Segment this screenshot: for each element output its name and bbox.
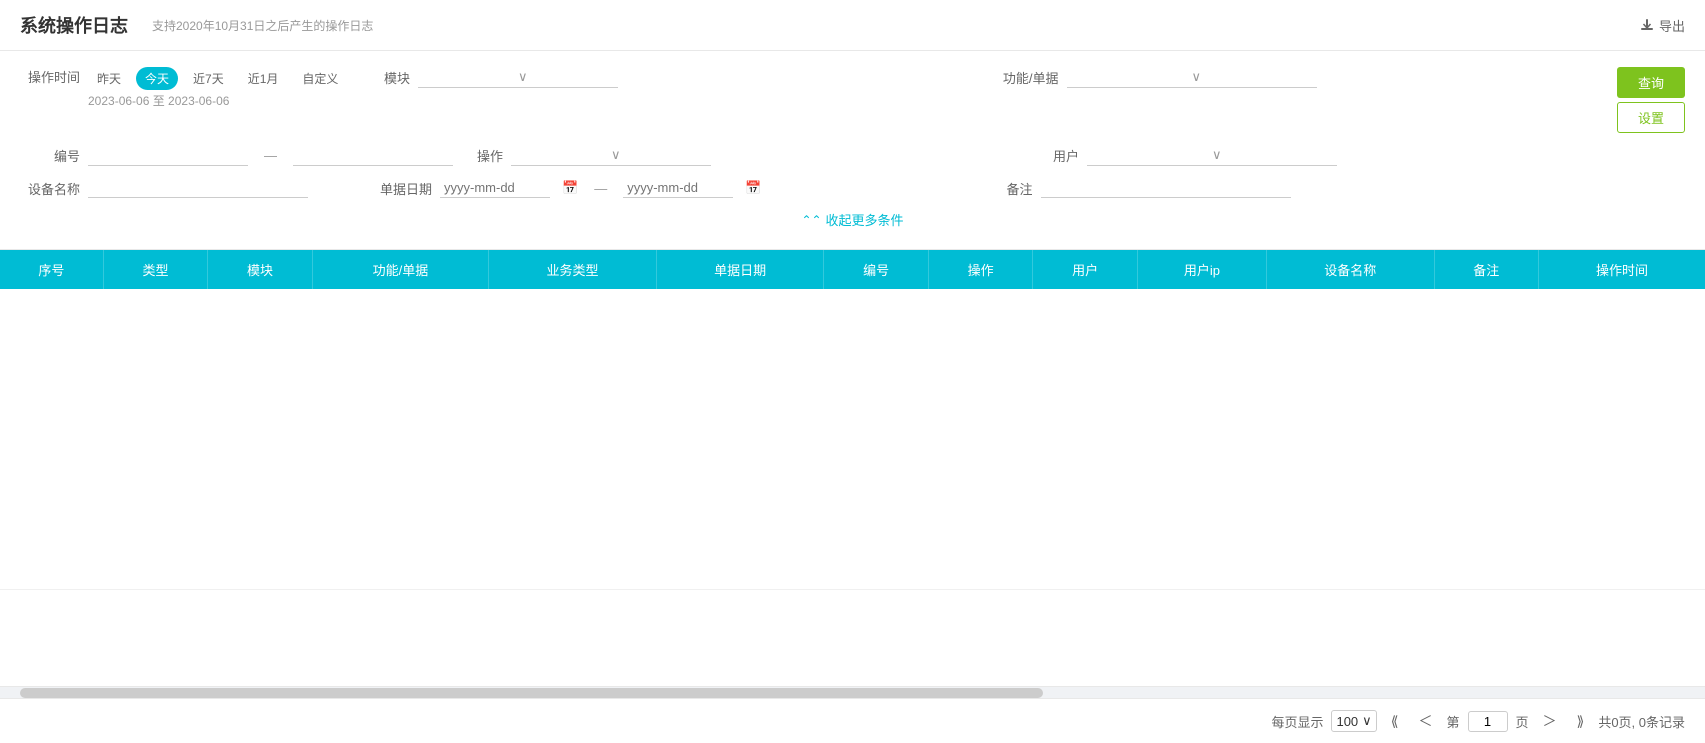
- time-btn-custom[interactable]: 自定义: [293, 67, 347, 90]
- number-from-input[interactable]: [88, 146, 248, 166]
- col-op-time: 操作时间: [1539, 250, 1705, 289]
- module-label: 模块: [380, 68, 410, 87]
- module-chevron-icon: ∨: [518, 69, 614, 85]
- operation-chevron-icon: ∨: [611, 147, 707, 163]
- device-label: 设备名称: [20, 179, 80, 198]
- col-user-ip: 用户ip: [1137, 250, 1266, 289]
- col-type: 类型: [103, 250, 207, 289]
- filter-area: 操作时间 昨天 今天 近7天 近1月 自定义 2023-06-06 至 2023…: [0, 51, 1705, 250]
- operation-time-label: 操作时间: [20, 67, 80, 86]
- number-dash: —: [264, 148, 277, 163]
- pagination-bar: 每页显示 100 ∨ ⟪ ＜ 第 1 页 ＞ ⟫ 共0页, 0条记录: [0, 698, 1705, 743]
- total-label: 共0页, 0条记录: [1598, 712, 1685, 731]
- query-button[interactable]: 查询: [1617, 67, 1685, 98]
- number-to-input[interactable]: [293, 146, 453, 166]
- date-to-input[interactable]: [623, 178, 733, 198]
- action-buttons: 查询 设置: [1617, 67, 1685, 133]
- scrollbar-thumb: [20, 688, 1043, 698]
- remark-input[interactable]: [1041, 178, 1291, 198]
- voucher-date-label: 单据日期: [380, 179, 432, 198]
- table-body: [0, 289, 1705, 589]
- voucher-date-dash: —: [594, 181, 607, 196]
- data-table: 序号 类型 模块 功能/单据 业务类型 单据日期 编号 操作 用户 用户ip 设…: [0, 250, 1705, 590]
- col-seq: 序号: [0, 250, 103, 289]
- export-icon: [1639, 17, 1655, 33]
- first-page-button[interactable]: ⟪: [1385, 711, 1405, 732]
- col-function: 功能/单据: [312, 250, 488, 289]
- device-input[interactable]: [88, 178, 308, 198]
- calendar-to-icon[interactable]: 📅: [745, 180, 761, 196]
- col-module: 模块: [208, 250, 312, 289]
- per-page-select[interactable]: 100 ∨: [1331, 710, 1376, 732]
- date-from-input[interactable]: [440, 178, 550, 198]
- export-button[interactable]: 导出: [1639, 16, 1685, 35]
- page-header: 系统操作日志 支持2020年10月31日之后产生的操作日志 导出: [0, 0, 1705, 51]
- collapse-button[interactable]: ⌃⌃ 收起更多条件: [801, 210, 903, 229]
- col-device: 设备名称: [1266, 250, 1434, 289]
- col-user: 用户: [1033, 250, 1137, 289]
- time-range-display: 2023-06-06 至 2023-06-06: [88, 92, 347, 109]
- per-page-value: 100: [1336, 714, 1358, 729]
- last-page-button[interactable]: ⟫: [1571, 711, 1591, 732]
- number-label: 编号: [20, 146, 80, 165]
- remark-label: 备注: [973, 179, 1033, 198]
- user-select[interactable]: ∨: [1087, 145, 1337, 166]
- time-btn-today[interactable]: 今天: [136, 67, 178, 90]
- col-voucher-date: 单据日期: [656, 250, 824, 289]
- function-label: 功能/单据: [999, 68, 1059, 87]
- prev-page-button[interactable]: ＜: [1412, 709, 1438, 733]
- user-label: 用户: [1019, 146, 1079, 165]
- per-page-chevron-icon: ∨: [1362, 713, 1372, 729]
- page-number-input[interactable]: 1: [1468, 711, 1508, 732]
- col-biz-type: 业务类型: [489, 250, 657, 289]
- time-btn-1month[interactable]: 近1月: [239, 67, 288, 90]
- col-operation: 操作: [928, 250, 1032, 289]
- table-header: 序号 类型 模块 功能/单据 业务类型 单据日期 编号 操作 用户 用户ip 设…: [0, 250, 1705, 289]
- table-container: 序号 类型 模块 功能/单据 业务类型 单据日期 编号 操作 用户 用户ip 设…: [0, 250, 1705, 686]
- horizontal-scrollbar[interactable]: [0, 686, 1705, 698]
- time-btn-yesterday[interactable]: 昨天: [88, 67, 130, 90]
- function-chevron-icon: ∨: [1192, 69, 1313, 85]
- user-chevron-icon: ∨: [1212, 147, 1333, 163]
- per-page-label: 每页显示: [1271, 712, 1323, 731]
- settings-button[interactable]: 设置: [1617, 102, 1685, 133]
- operation-select[interactable]: ∨: [511, 145, 711, 166]
- calendar-from-icon[interactable]: 📅: [562, 180, 578, 196]
- page-label: 第: [1446, 712, 1459, 731]
- next-page-button[interactable]: ＞: [1537, 709, 1563, 733]
- function-select[interactable]: ∨: [1067, 67, 1317, 88]
- collapse-icon: ⌃⌃: [801, 213, 821, 227]
- module-select[interactable]: ∨: [418, 67, 618, 88]
- operation-label: 操作: [473, 146, 503, 165]
- time-filter-group: 昨天 今天 近7天 近1月 自定义: [88, 67, 347, 90]
- col-remark: 备注: [1434, 250, 1538, 289]
- col-number: 编号: [824, 250, 928, 289]
- page-subtitle: 支持2020年10月31日之后产生的操作日志: [152, 17, 373, 34]
- page-unit: 页: [1516, 712, 1529, 731]
- collapse-bar: ⌃⌃ 收起更多条件: [20, 202, 1685, 233]
- time-btn-7days[interactable]: 近7天: [184, 67, 233, 90]
- page-title: 系统操作日志: [20, 12, 128, 38]
